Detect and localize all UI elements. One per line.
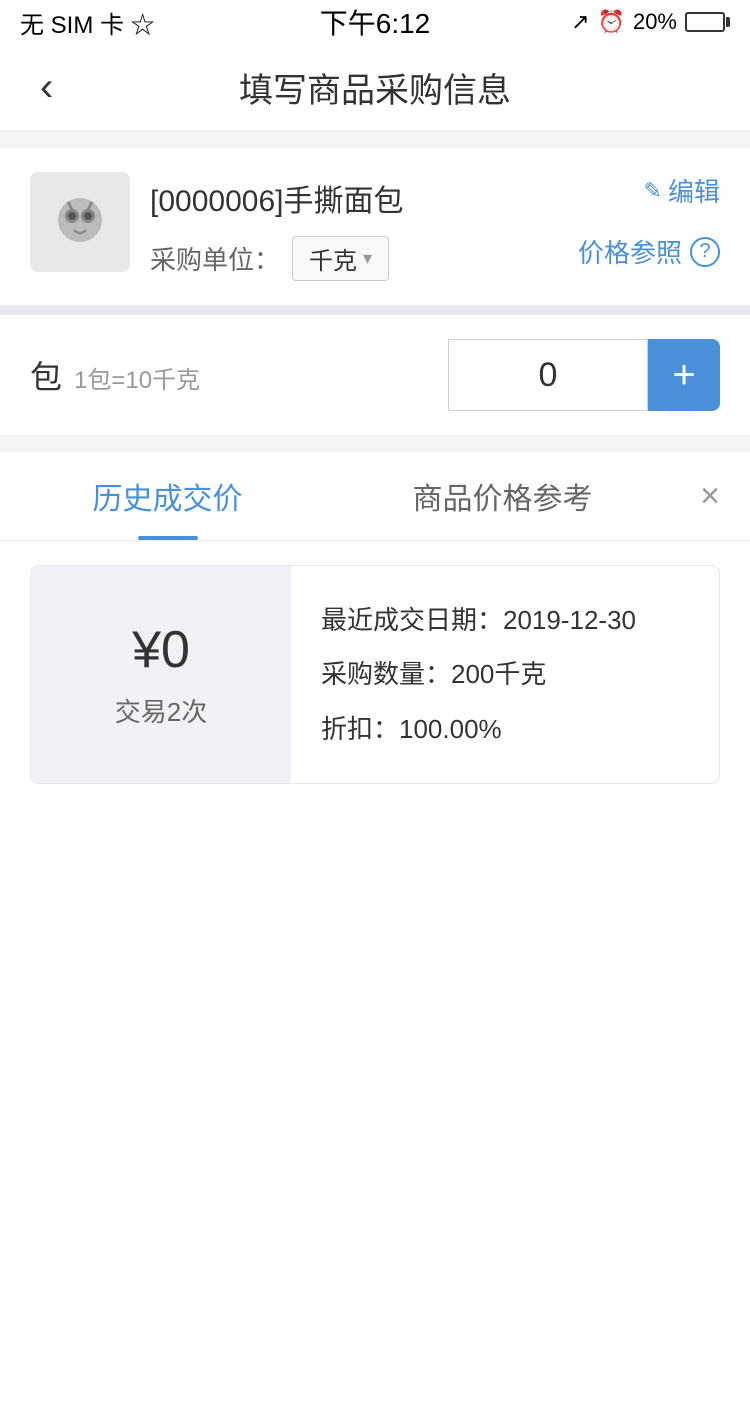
history-date-row: 最近成交日期：2019-12-30 bbox=[321, 602, 689, 638]
product-card: [0000006]手撕面包 采购单位： 千克 ▾ ✎ 编辑 价格参照 ? bbox=[0, 148, 750, 305]
history-transaction-count: 交易2次 bbox=[115, 692, 207, 729]
history-discount-row: 折扣：100.00% bbox=[321, 711, 689, 747]
product-thumbnail bbox=[30, 172, 130, 272]
section-divider bbox=[0, 305, 750, 315]
edit-label: 编辑 bbox=[668, 172, 720, 209]
tabs-container: 历史成交价 商品价格参考 × bbox=[0, 452, 750, 541]
history-price-value: ¥0 bbox=[132, 620, 190, 680]
history-details-panel: 最近成交日期：2019-12-30 采购数量：200千克 折扣：100.00% bbox=[291, 566, 719, 783]
tab-history-label: 历史成交价 bbox=[93, 474, 243, 518]
tab-close-button[interactable]: × bbox=[670, 452, 750, 540]
product-name: [0000006]手撕面包 bbox=[150, 176, 403, 220]
discount-label: 折扣： bbox=[321, 714, 399, 744]
status-time: 下午6:12 bbox=[320, 2, 431, 42]
history-price-panel: ¥0 交易2次 bbox=[31, 566, 291, 783]
unit-value: 千克 bbox=[309, 241, 357, 276]
help-icon: ? bbox=[690, 237, 720, 267]
product-left: [0000006]手撕面包 采购单位： 千克 ▾ bbox=[30, 172, 403, 281]
location-icon: ↗ bbox=[571, 9, 589, 35]
battery-percent: 20% bbox=[633, 9, 677, 35]
product-image-icon bbox=[50, 192, 110, 252]
quantity-right: 0 + bbox=[448, 339, 720, 411]
status-left: 无 SIM 卡 ☆ bbox=[20, 5, 155, 40]
nav-bar: ‹ 填写商品采购信息 bbox=[0, 44, 750, 132]
bottom-empty-area bbox=[0, 808, 750, 1408]
tab-product-price-ref[interactable]: 商品价格参考 bbox=[335, 452, 670, 540]
status-right: ↗ ⏰ 20% bbox=[571, 9, 730, 35]
history-content: ¥0 交易2次 最近成交日期：2019-12-30 采购数量：200千克 折扣：… bbox=[0, 541, 750, 808]
price-ref-label: 价格参照 bbox=[578, 233, 682, 270]
quantity-value: 0 bbox=[539, 356, 558, 395]
alarm-icon: ⏰ bbox=[598, 9, 625, 35]
edit-icon: ✎ bbox=[644, 178, 662, 204]
history-qty-row: 采购数量：200千克 bbox=[321, 656, 689, 692]
tab-active-indicator bbox=[138, 536, 198, 540]
unit-selector[interactable]: 千克 ▾ bbox=[292, 236, 389, 281]
tab-history-price[interactable]: 历史成交价 bbox=[0, 452, 335, 540]
unit-row: 采购单位： 千克 ▾ bbox=[150, 236, 403, 281]
date-value: 2019-12-30 bbox=[503, 605, 636, 635]
quantity-input[interactable]: 0 bbox=[448, 339, 648, 411]
discount-value: 100.00% bbox=[399, 714, 502, 744]
tab-product-price-label: 商品价格参考 bbox=[413, 474, 593, 518]
unit-label: 采购单位： bbox=[150, 240, 280, 277]
date-label: 最近成交日期： bbox=[321, 605, 503, 635]
product-right-actions: ✎ 编辑 价格参照 ? bbox=[578, 172, 720, 270]
quantity-conversion-note: 1包=10千克 bbox=[74, 360, 200, 395]
dropdown-arrow-icon: ▾ bbox=[363, 248, 372, 269]
product-info: [0000006]手撕面包 采购单位： 千克 ▾ bbox=[150, 172, 403, 281]
quantity-left: 包 1包=10千克 bbox=[30, 352, 200, 398]
battery-icon bbox=[685, 12, 730, 32]
quantity-row: 包 1包=10千克 0 + bbox=[0, 315, 750, 436]
status-bar: 无 SIM 卡 ☆ 下午6:12 ↗ ⏰ 20% bbox=[0, 0, 750, 44]
back-button[interactable]: ‹ bbox=[30, 55, 63, 120]
qty-label: 采购数量： bbox=[321, 659, 451, 689]
quantity-plus-button[interactable]: + bbox=[648, 339, 720, 411]
no-sim-text: 无 SIM 卡 ☆ bbox=[20, 5, 155, 40]
product-header: [0000006]手撕面包 采购单位： 千克 ▾ ✎ 编辑 价格参照 ? bbox=[30, 172, 720, 281]
price-reference-button[interactable]: 价格参照 ? bbox=[578, 233, 720, 270]
page-title: 填写商品采购信息 bbox=[239, 63, 511, 112]
qty-value: 200千克 bbox=[451, 659, 546, 689]
quantity-unit: 包 bbox=[30, 352, 62, 398]
history-card: ¥0 交易2次 最近成交日期：2019-12-30 采购数量：200千克 折扣：… bbox=[30, 565, 720, 784]
edit-button[interactable]: ✎ 编辑 bbox=[644, 172, 720, 209]
